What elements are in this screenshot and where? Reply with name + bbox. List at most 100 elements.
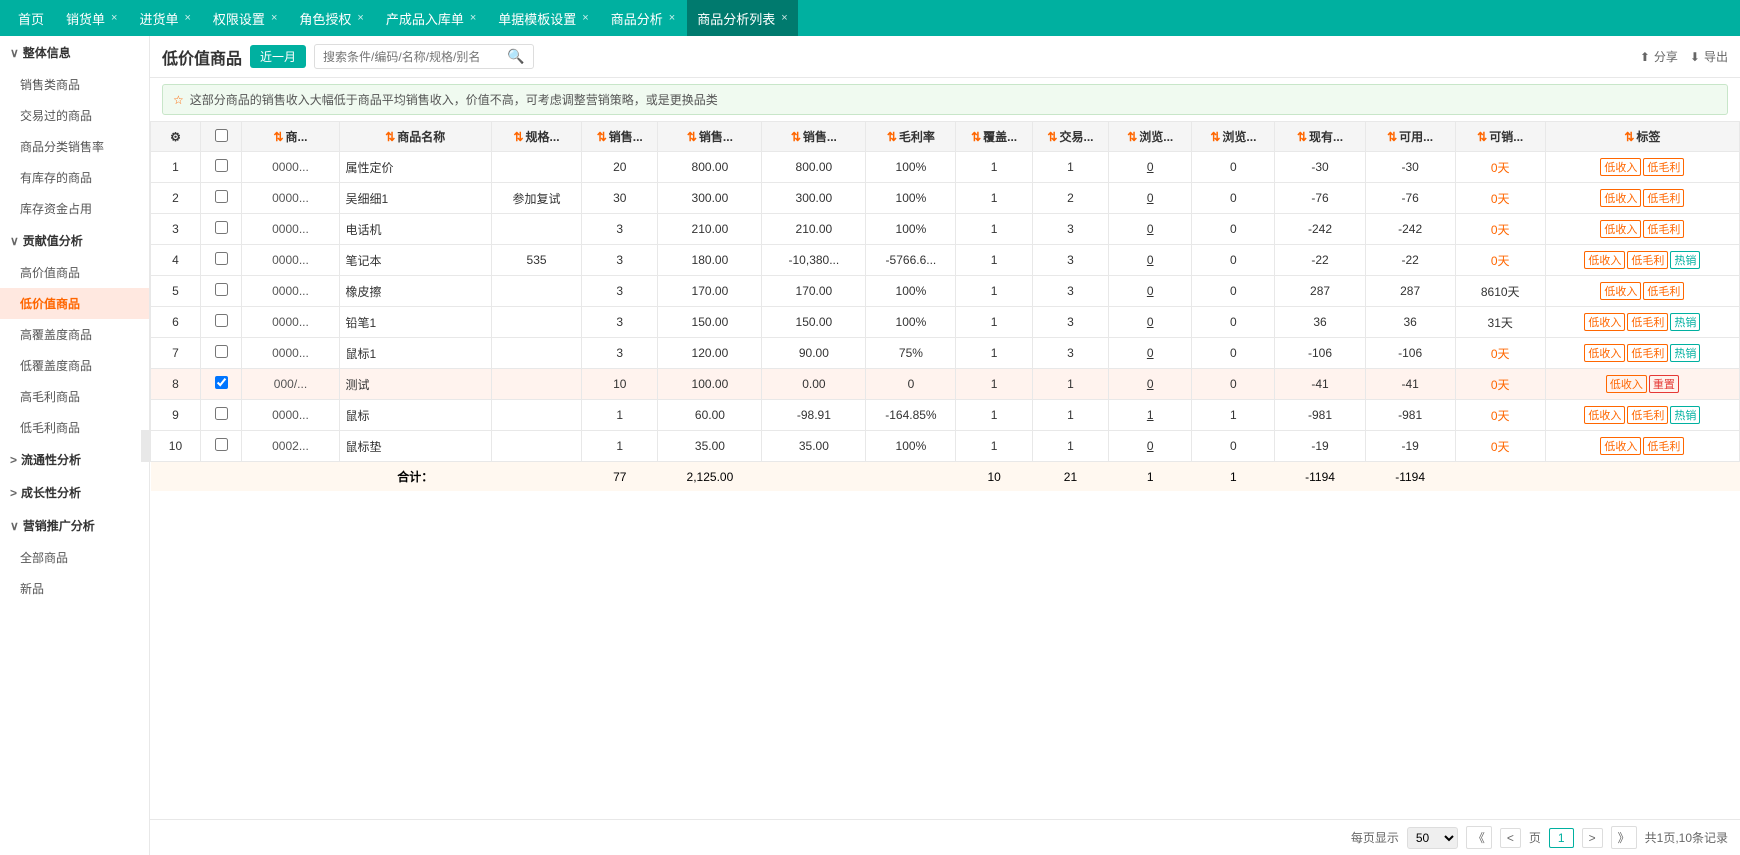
browse1-link[interactable]: 0 bbox=[1147, 191, 1154, 205]
browse1-link[interactable]: 0 bbox=[1147, 284, 1154, 298]
row-select[interactable] bbox=[215, 252, 228, 265]
search-icon[interactable]: 🔍 bbox=[507, 48, 524, 65]
sort-icon[interactable]: ⇅ bbox=[1387, 130, 1397, 144]
browse1-link[interactable]: 1 bbox=[1147, 408, 1154, 422]
last-page-btn[interactable]: 》 bbox=[1611, 826, 1637, 849]
first-page-btn[interactable]: 《 bbox=[1466, 826, 1492, 849]
sort-icon[interactable]: ⇅ bbox=[597, 130, 607, 144]
nav-item-进货单[interactable]: 进货单× bbox=[129, 0, 200, 36]
period-btn[interactable]: 近一月 bbox=[250, 45, 306, 68]
close-icon[interactable]: × bbox=[111, 12, 117, 24]
sort-icon[interactable]: ⇅ bbox=[1047, 130, 1057, 144]
gear-icon[interactable]: ⚙ bbox=[170, 130, 181, 144]
sidebar-item-商品分类销售率[interactable]: 商品分类销售率 bbox=[0, 131, 149, 162]
sidebar-item-低毛利商品[interactable]: 低毛利商品 bbox=[0, 412, 149, 443]
row-checkbox[interactable] bbox=[200, 183, 242, 214]
sort-icon[interactable]: ⇅ bbox=[1477, 130, 1487, 144]
close-icon[interactable]: × bbox=[470, 12, 476, 24]
sort-icon[interactable]: ⇅ bbox=[1210, 130, 1220, 144]
sidebar-item-高毛利商品[interactable]: 高毛利商品 bbox=[0, 381, 149, 412]
close-icon[interactable]: × bbox=[781, 12, 787, 24]
nav-item-单据模板设置[interactable]: 单据模板设置× bbox=[488, 0, 598, 36]
sidebar-group-流通性分析[interactable]: >流通性分析 bbox=[0, 443, 149, 476]
nav-item-商品分析列表[interactable]: 商品分析列表× bbox=[687, 0, 797, 36]
page-size-select[interactable]: 50 100 200 bbox=[1407, 827, 1458, 849]
browse1-link[interactable]: 0 bbox=[1147, 346, 1154, 360]
sort-icon[interactable]: ⇅ bbox=[687, 130, 697, 144]
browse1-link[interactable]: 0 bbox=[1147, 377, 1154, 391]
sort-icon[interactable]: ⇅ bbox=[1127, 130, 1137, 144]
row-checkbox[interactable] bbox=[200, 400, 242, 431]
row-checkbox[interactable] bbox=[200, 214, 242, 245]
close-icon[interactable]: × bbox=[669, 12, 675, 24]
row-browse1[interactable]: 0 bbox=[1109, 276, 1192, 307]
sort-icon[interactable]: ⇅ bbox=[1297, 130, 1307, 144]
nav-item-角色授权[interactable]: 角色授权× bbox=[289, 0, 373, 36]
close-icon[interactable]: × bbox=[271, 12, 277, 24]
sidebar-group-整体信息[interactable]: ∨整体信息 bbox=[0, 36, 149, 69]
browse1-link[interactable]: 0 bbox=[1147, 315, 1154, 329]
collapse-btn[interactable]: 《 bbox=[141, 430, 150, 462]
browse1-link[interactable]: 0 bbox=[1147, 439, 1154, 453]
sidebar-item-全部商品[interactable]: 全部商品 bbox=[0, 542, 149, 573]
row-select[interactable] bbox=[215, 376, 228, 389]
sidebar-item-销售类商品[interactable]: 销售类商品 bbox=[0, 69, 149, 100]
row-select[interactable] bbox=[215, 407, 228, 420]
row-browse1[interactable]: 0 bbox=[1109, 338, 1192, 369]
close-icon[interactable]: × bbox=[582, 12, 588, 24]
sort-icon[interactable]: ⇅ bbox=[971, 130, 981, 144]
row-checkbox[interactable] bbox=[200, 369, 242, 400]
browse1-link[interactable]: 0 bbox=[1147, 222, 1154, 236]
row-select[interactable] bbox=[215, 159, 228, 172]
sort-icon[interactable]: ⇅ bbox=[273, 130, 283, 144]
sort-icon[interactable]: ⇅ bbox=[1624, 130, 1634, 144]
export-btn[interactable]: ⬇ 导出 bbox=[1690, 48, 1728, 65]
row-browse1[interactable]: 0 bbox=[1109, 183, 1192, 214]
nav-item-首页[interactable]: 首页 bbox=[8, 0, 54, 36]
sidebar-item-低覆盖度商品[interactable]: 低覆盖度商品 bbox=[0, 350, 149, 381]
col-header-gear[interactable]: ⚙ bbox=[151, 122, 201, 152]
browse1-link[interactable]: 0 bbox=[1147, 160, 1154, 174]
row-checkbox[interactable] bbox=[200, 152, 242, 183]
row-browse1[interactable]: 0 bbox=[1109, 307, 1192, 338]
sidebar-item-高价值商品[interactable]: 高价值商品 bbox=[0, 257, 149, 288]
sidebar-group-营销推广分析[interactable]: ∨营销推广分析 bbox=[0, 509, 149, 542]
row-select[interactable] bbox=[215, 345, 228, 358]
nav-item-销货单[interactable]: 销货单× bbox=[56, 0, 127, 36]
browse1-link[interactable]: 0 bbox=[1147, 253, 1154, 267]
sidebar-group-贡献值分析[interactable]: ∨贡献值分析 bbox=[0, 224, 149, 257]
row-select[interactable] bbox=[215, 221, 228, 234]
row-checkbox[interactable] bbox=[200, 276, 242, 307]
row-checkbox[interactable] bbox=[200, 338, 242, 369]
sidebar-item-高覆盖度商品[interactable]: 高覆盖度商品 bbox=[0, 319, 149, 350]
sidebar-item-新品[interactable]: 新品 bbox=[0, 573, 149, 604]
next-page-btn[interactable]: > bbox=[1582, 828, 1603, 848]
row-checkbox[interactable] bbox=[200, 307, 242, 338]
col-header-checkbox[interactable] bbox=[200, 122, 242, 152]
row-browse1[interactable]: 0 bbox=[1109, 214, 1192, 245]
sort-icon[interactable]: ⇅ bbox=[791, 130, 801, 144]
row-browse1[interactable]: 0 bbox=[1109, 152, 1192, 183]
close-icon[interactable]: × bbox=[184, 12, 190, 24]
sidebar-item-交易过的商品[interactable]: 交易过的商品 bbox=[0, 100, 149, 131]
sidebar-item-低价值商品[interactable]: 低价值商品 bbox=[0, 288, 149, 319]
nav-item-权限设置[interactable]: 权限设置× bbox=[203, 0, 287, 36]
row-browse1[interactable]: 0 bbox=[1109, 245, 1192, 276]
row-checkbox[interactable] bbox=[200, 431, 242, 462]
sort-icon[interactable]: ⇅ bbox=[385, 130, 395, 144]
sidebar-item-库存资金占用[interactable]: 库存资金占用 bbox=[0, 193, 149, 224]
row-browse1[interactable]: 0 bbox=[1109, 431, 1192, 462]
row-browse1[interactable]: 1 bbox=[1109, 400, 1192, 431]
sort-icon[interactable]: ⇅ bbox=[887, 130, 897, 144]
row-select[interactable] bbox=[215, 190, 228, 203]
select-all-checkbox[interactable] bbox=[215, 129, 228, 142]
row-checkbox[interactable] bbox=[200, 245, 242, 276]
sort-icon[interactable]: ⇅ bbox=[513, 130, 523, 144]
row-select[interactable] bbox=[215, 283, 228, 296]
close-icon[interactable]: × bbox=[357, 12, 363, 24]
sidebar-item-有库存的商品[interactable]: 有库存的商品 bbox=[0, 162, 149, 193]
row-select[interactable] bbox=[215, 438, 228, 451]
sidebar-group-成长性分析[interactable]: >成长性分析 bbox=[0, 476, 149, 509]
nav-item-产成品入库单[interactable]: 产成品入库单× bbox=[376, 0, 486, 36]
row-browse1[interactable]: 0 bbox=[1109, 369, 1192, 400]
